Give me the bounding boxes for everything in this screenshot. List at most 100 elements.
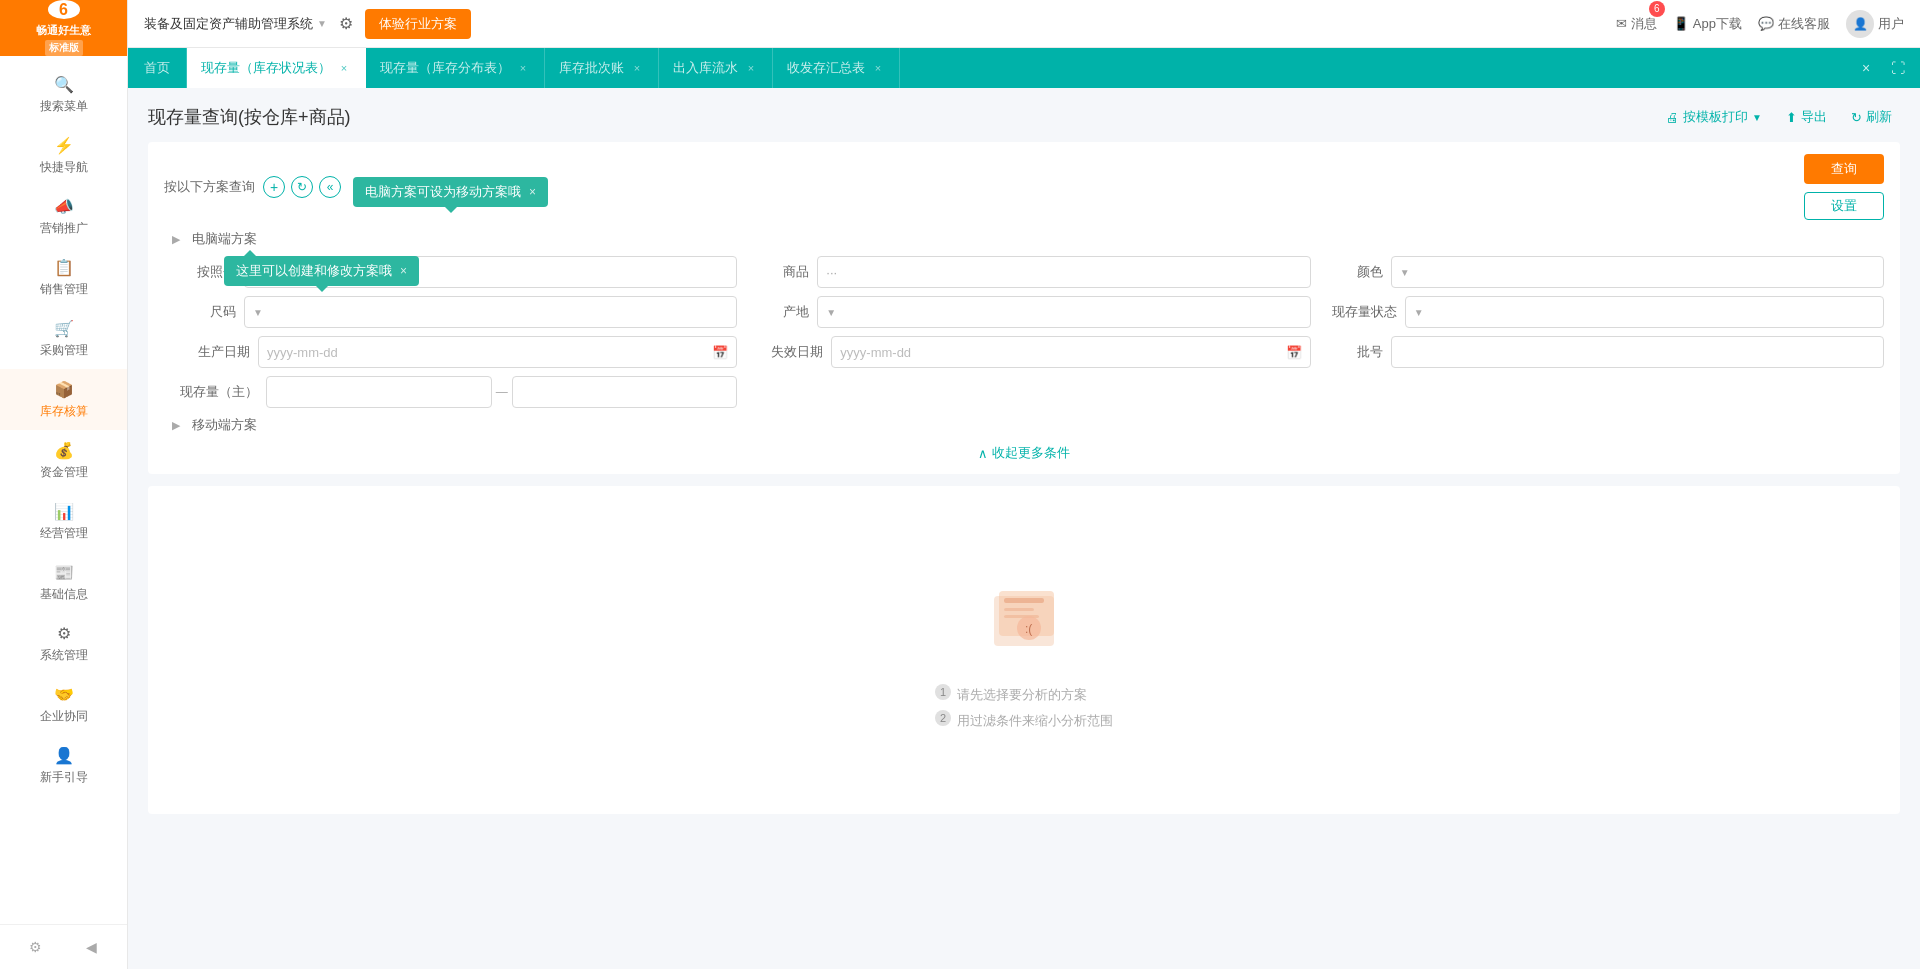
sidebar-footer: ⚙ ◀ xyxy=(0,924,127,969)
sidebar-label-marketing: 营销推广 xyxy=(40,220,88,237)
filter-refresh-btn[interactable]: ↻ xyxy=(291,176,313,198)
tab-inout-flow[interactable]: 出入库流水 × xyxy=(659,48,773,88)
desktop-scheme-row: ▶ 电脑端方案 xyxy=(164,230,1884,248)
tab-inventory-status-close[interactable]: × xyxy=(337,61,351,75)
collapse-text: 收起更多条件 xyxy=(992,444,1070,462)
tab-inventory-status-label: 现存量（库存状况表） xyxy=(201,59,331,77)
production-date-icon: 📅 xyxy=(712,345,728,360)
app-icon: 📱 xyxy=(1673,16,1689,31)
print-template-btn[interactable]: 🖨 按模板打印 ▼ xyxy=(1658,104,1770,130)
collapse-chevron-icon: ∧ xyxy=(978,446,988,461)
edit-scheme-tooltip: 这里可以创建和修改方案哦 × xyxy=(224,256,419,286)
filter-row-3: 生产日期 yyyy-mm-dd 📅 失效日期 yyyy-mm-dd xyxy=(180,336,1884,368)
filter-header: 按以下方案查询 + ↻ « 电脑方案可设为移动方案哦 × xyxy=(164,154,1884,220)
tab-home[interactable]: 首页 xyxy=(128,48,187,88)
online-support-btn[interactable]: 💬 在线客服 xyxy=(1758,15,1830,33)
origin-select[interactable]: ▼ xyxy=(817,296,1310,328)
user-btn[interactable]: 👤 用户 xyxy=(1846,10,1904,38)
reset-btn[interactable]: 设置 xyxy=(1804,192,1884,220)
tab-inout-flow-close[interactable]: × xyxy=(744,61,758,75)
filter-inventory-status: 现存量状态 ▼ xyxy=(1327,296,1884,328)
filter-add-btn[interactable]: + xyxy=(263,176,285,198)
system-name-dropdown[interactable]: 装备及固定资产辅助管理系统 ▼ xyxy=(144,15,327,33)
edit-scheme-tooltip-close[interactable]: × xyxy=(400,264,407,278)
refresh-btn[interactable]: ↻ 刷新 xyxy=(1843,104,1900,130)
basic-info-icon: 📰 xyxy=(54,562,74,582)
size-select[interactable]: ▼ xyxy=(244,296,737,328)
tip-text-1: 请先选择要分析的方案 xyxy=(957,682,1087,708)
notification-btn[interactable]: ✉ 6 消息 xyxy=(1616,15,1657,33)
print-template-label: 按模板打印 xyxy=(1683,108,1748,126)
production-date-label: 生产日期 xyxy=(180,343,250,361)
filter-size: 尺码 ▼ xyxy=(180,296,737,328)
filter-back-btn[interactable]: « xyxy=(319,176,341,198)
tab-maximize-icon[interactable]: ⛶ xyxy=(1884,54,1912,82)
tab-inventory-distribution-close[interactable]: × xyxy=(516,61,530,75)
user-label: 用户 xyxy=(1878,15,1904,33)
mobile-scheme-label: 移动端方案 xyxy=(192,416,257,434)
inventory-icon: 📦 xyxy=(54,379,74,399)
quick-nav-icon: ⚡ xyxy=(54,135,74,155)
tab-home-label: 首页 xyxy=(144,59,170,77)
sidebar-collapse-btn[interactable]: ◀ xyxy=(77,933,105,961)
marketing-icon: 📣 xyxy=(54,196,74,216)
sidebar-item-basic-info[interactable]: 📰 基础信息 xyxy=(0,552,127,613)
sidebar-item-operations[interactable]: 📊 经营管理 xyxy=(0,491,127,552)
system-name-chevron: ▼ xyxy=(317,18,327,29)
trial-btn[interactable]: 体验行业方案 xyxy=(365,9,471,39)
user-avatar: 👤 xyxy=(1846,10,1874,38)
logo: 6 畅通好生意 标准版 xyxy=(0,0,127,56)
inventory-main-from[interactable] xyxy=(266,376,492,408)
header-settings-icon[interactable]: ⚙ xyxy=(339,14,353,33)
print-icon: 🖨 xyxy=(1666,110,1679,125)
sidebar-item-sales[interactable]: 📋 销售管理 xyxy=(0,247,127,308)
sidebar-item-newbie[interactable]: 👤 新手引导 xyxy=(0,735,127,796)
app-download-label: App下载 xyxy=(1693,15,1742,33)
tab-batch-account[interactable]: 库存批次账 × xyxy=(545,48,659,88)
empty-state-section: :( 1 请先选择要分析的方案 2 用过滤条件来缩小分析范围 xyxy=(148,486,1900,814)
sidebar-label-quick-nav: 快捷导航 xyxy=(40,159,88,176)
sidebar-item-system[interactable]: ⚙ 系统管理 xyxy=(0,613,127,674)
edit-scheme-tooltip-text: 这里可以创建和修改方案哦 xyxy=(236,262,392,280)
filter-goods: 商品 ··· xyxy=(753,256,1310,288)
sidebar-item-marketing[interactable]: 📣 营销推广 xyxy=(0,186,127,247)
color-select[interactable]: ▼ xyxy=(1391,256,1884,288)
scheme-tooltip-close[interactable]: × xyxy=(529,185,536,199)
page-title: 现存量查询(按仓库+商品) xyxy=(148,105,351,129)
sidebar-label-enterprise: 企业协同 xyxy=(40,708,88,725)
inventory-status-select[interactable]: ▼ xyxy=(1405,296,1884,328)
collapse-bar[interactable]: ∧ 收起更多条件 xyxy=(164,444,1884,462)
batch-input[interactable] xyxy=(1391,336,1884,368)
sidebar-item-finance[interactable]: 💰 资金管理 xyxy=(0,430,127,491)
tab-receive-summary-close[interactable]: × xyxy=(871,61,885,75)
newbie-icon: 👤 xyxy=(54,745,74,765)
app-download-btn[interactable]: 📱 App下载 xyxy=(1673,15,1742,33)
tab-batch-account-close[interactable]: × xyxy=(630,61,644,75)
goods-select[interactable]: ··· xyxy=(817,256,1310,288)
expiry-date-input[interactable]: yyyy-mm-dd 📅 xyxy=(831,336,1310,368)
export-btn[interactable]: ⬆ 导出 xyxy=(1778,104,1835,130)
filter-color: 颜色 ▼ xyxy=(1327,256,1884,288)
sidebar-item-enterprise[interactable]: 🤝 企业协同 xyxy=(0,674,127,735)
sidebar-item-inventory[interactable]: 📦 库存核算 xyxy=(0,369,127,430)
sidebar-item-quick-nav[interactable]: ⚡ 快捷导航 xyxy=(0,125,127,186)
tab-bar-end: × ⛶ xyxy=(1852,54,1920,82)
sidebar-settings-btn[interactable]: ⚙ xyxy=(22,933,50,961)
inventory-main-to[interactable] xyxy=(512,376,738,408)
tab-inventory-status[interactable]: 现存量（库存状况表） × xyxy=(187,48,366,88)
filter-production-date: 生产日期 yyyy-mm-dd 📅 xyxy=(180,336,737,368)
tab-inventory-distribution[interactable]: 现存量（库存分布表） × xyxy=(366,48,545,88)
query-actions: 查询 设置 xyxy=(1804,154,1884,220)
finance-icon: 💰 xyxy=(54,440,74,460)
goods-label: 商品 xyxy=(753,263,809,281)
filter-inventory-main: 现存量（主） — xyxy=(180,376,737,408)
system-icon: ⚙ xyxy=(54,623,74,643)
sidebar-item-purchase[interactable]: 🛒 采购管理 xyxy=(0,308,127,369)
search-icon: 🔍 xyxy=(54,74,74,94)
sidebar-item-search[interactable]: 🔍 搜索菜单 xyxy=(0,64,127,125)
tab-close-all-icon[interactable]: × xyxy=(1852,54,1880,82)
query-btn[interactable]: 查询 xyxy=(1804,154,1884,184)
tab-receive-summary[interactable]: 收发存汇总表 × xyxy=(773,48,900,88)
size-select-arrow: ▼ xyxy=(253,307,263,318)
production-date-input[interactable]: yyyy-mm-dd 📅 xyxy=(258,336,737,368)
